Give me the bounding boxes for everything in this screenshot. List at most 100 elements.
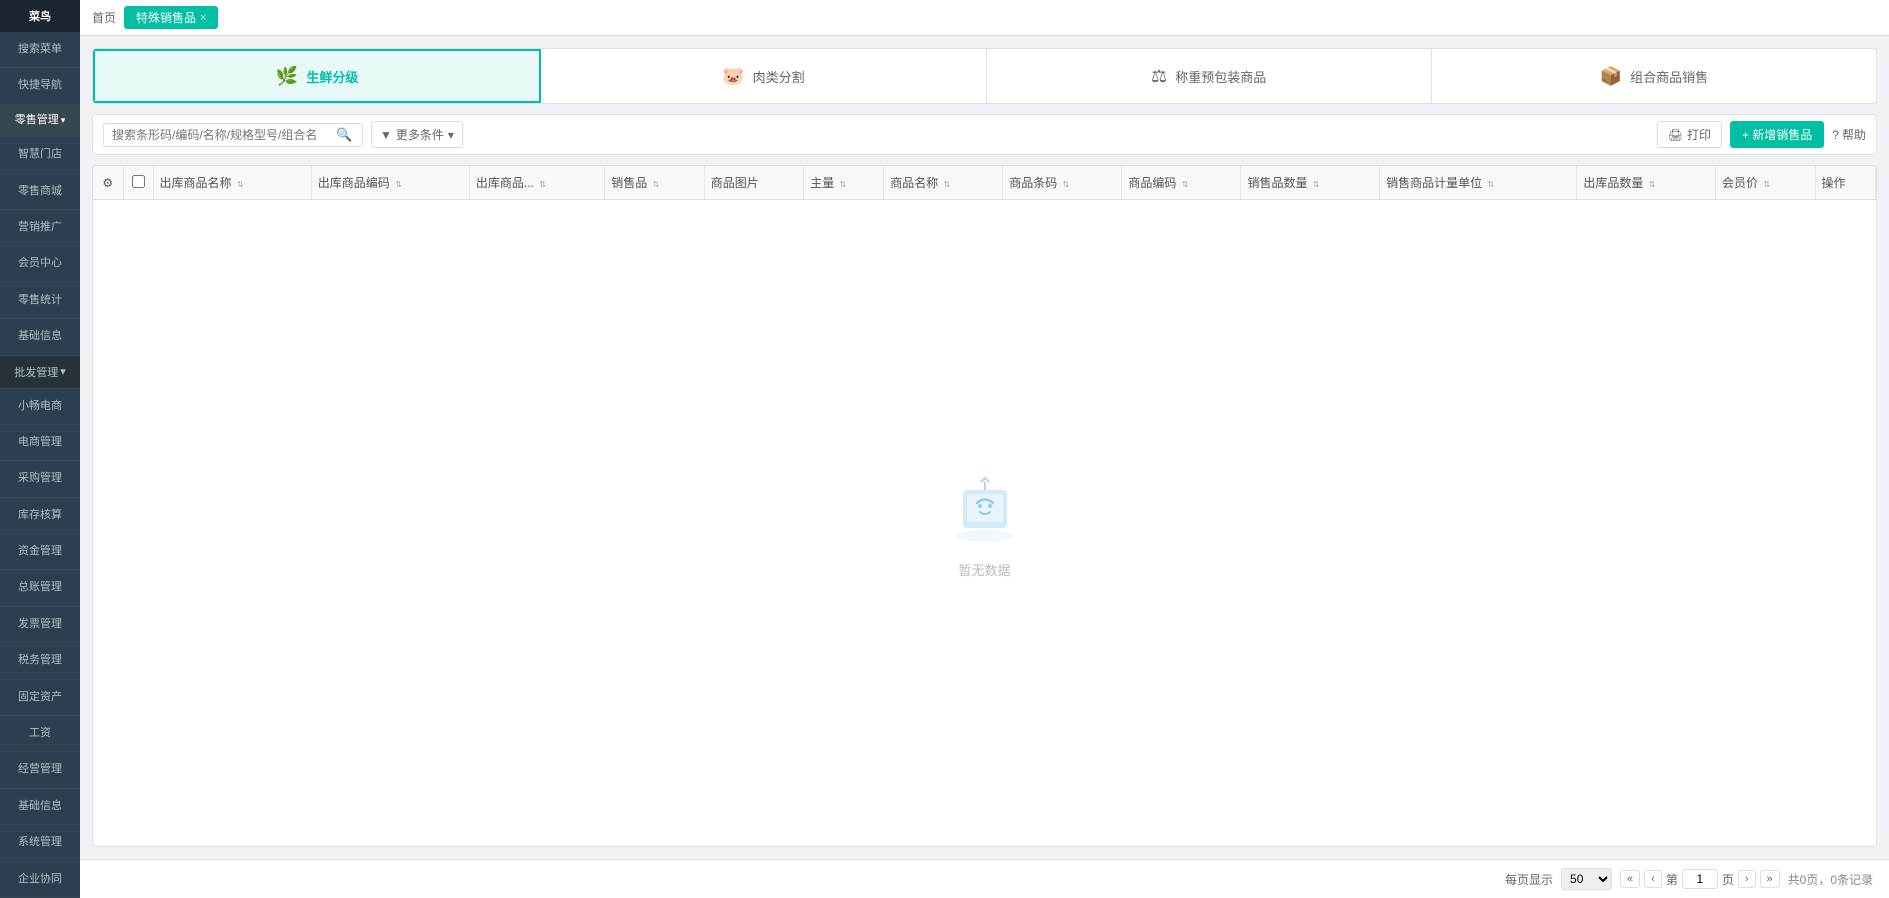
sidebar-item-retailmall[interactable]: 零售商城 [0, 174, 80, 210]
sidebar-item-inventory[interactable]: 库存核算 [0, 498, 80, 534]
sidebar: 菜鸟 搜索菜单 快捷导航 零售管理 ▾ 智慧门店 零售商城 营销推广 会员中心 … [0, 0, 80, 898]
pagination: 每页显示 50 20 100 « ‹ 第 页 › » 共0页，0条记录 [80, 859, 1889, 898]
help-button[interactable]: ? 帮助 [1832, 126, 1866, 143]
sidebar-item-agreement[interactable]: 企业协同 [0, 862, 80, 898]
weight-icon: ⚖ [1151, 66, 1167, 87]
last-page-button[interactable]: » [1760, 870, 1780, 888]
sort-icon: ⇅ [1649, 180, 1656, 189]
sidebar-item-purchase[interactable]: 采购管理 [0, 461, 80, 497]
filter-arrow-icon: ▾ [448, 128, 454, 142]
page-unit: 页 [1722, 871, 1734, 888]
col-weight[interactable]: 主量 ⇅ [804, 166, 884, 200]
print-icon: 🖨 [1668, 128, 1683, 142]
col-goodscode[interactable]: 商品编码 ⇅ [1122, 166, 1241, 200]
search-box: 🔍 [103, 123, 363, 147]
col-outcode[interactable]: 出库商品编码 ⇅ [311, 166, 469, 200]
sidebar-item-fixedasset[interactable]: 固定资产 [0, 680, 80, 716]
sidebar-logo: 菜鸟 [0, 0, 80, 32]
filter-label: 更多条件 [396, 126, 444, 143]
add-product-button[interactable]: + 新增销售品 [1730, 121, 1824, 148]
sort-icon: ⇅ [1182, 180, 1189, 189]
col-settings[interactable]: ⚙ [93, 166, 123, 200]
sort-icon: ⇅ [653, 180, 660, 189]
sidebar-item-basicinfo2[interactable]: 基础信息 [0, 789, 80, 825]
main-content: 首页 特殊销售品 × 🌿 生鲜分级 🐷 肉类分割 ⚖ 称重预包装商品 📦 组合商… [80, 0, 1889, 898]
col-outinfo[interactable]: 出库商品... ⇅ [469, 166, 604, 200]
per-page-label: 每页显示 [1505, 871, 1553, 888]
sidebar-item-finance[interactable]: 资金管理 [0, 534, 80, 570]
col-goodsname[interactable]: 商品名称 ⇅ [884, 166, 1003, 200]
chevron-down-icon: ▾ [60, 365, 66, 378]
sidebar-item-search[interactable]: 搜索菜单 [0, 32, 80, 68]
sidebar-item-member[interactable]: 会员中心 [0, 246, 80, 282]
sidebar-item-sysmgmt[interactable]: 系统管理 [0, 825, 80, 861]
help-label: 帮助 [1842, 126, 1866, 143]
sidebar-item-quicknav[interactable]: 快捷导航 [0, 68, 80, 104]
prev-page-button[interactable]: ‹ [1644, 870, 1662, 888]
col-outqty[interactable]: 出库品数量 ⇅ [1577, 166, 1716, 200]
sort-icon: ⇅ [1313, 180, 1320, 189]
search-input[interactable] [112, 128, 332, 142]
toolbar-right: 🖨 打印 + 新增销售品 ? 帮助 [1657, 121, 1866, 148]
sidebar-item-marketing[interactable]: 营销推广 [0, 210, 80, 246]
sidebar-item-ecommerce[interactable]: 电商管理 [0, 425, 80, 461]
table-container: ⚙ 出库商品名称 ⇅ 出库商品编码 ⇅ 出库商品... ⇅ [92, 165, 1877, 847]
tab-close-icon[interactable]: × [200, 12, 206, 24]
tab-meat-label: 肉类分割 [753, 67, 805, 86]
sort-icon: ⇅ [395, 180, 402, 189]
col-sales[interactable]: 销售品 ⇅ [605, 166, 705, 200]
sidebar-item-tax[interactable]: 税务管理 [0, 643, 80, 679]
tab-combo[interactable]: 📦 组合商品销售 [1432, 49, 1876, 103]
meat-icon: 🐷 [722, 66, 744, 87]
select-all-checkbox[interactable] [132, 175, 145, 188]
tab-weight[interactable]: ⚖ 称重预包装商品 [987, 49, 1432, 103]
total-info: 共0页，0条记录 [1788, 871, 1873, 888]
next-page-button[interactable]: › [1738, 870, 1756, 888]
col-salesunit[interactable]: 销售商品计量单位 ⇅ [1380, 166, 1577, 200]
empty-text: 暂无数据 [958, 560, 1010, 579]
sort-icon: ⇅ [944, 180, 951, 189]
combo-icon: 📦 [1600, 66, 1622, 87]
print-button[interactable]: 🖨 打印 [1657, 121, 1722, 148]
tab-fresh[interactable]: 🌿 生鲜分级 [93, 49, 541, 103]
page-nav: « ‹ 第 页 › » [1620, 869, 1780, 889]
sidebar-item-invoice[interactable]: 发票管理 [0, 607, 80, 643]
sidebar-item-retail[interactable]: 零售管理 ▾ [0, 105, 80, 137]
sidebar-item-minishop[interactable]: 小畅电商 [0, 389, 80, 425]
empty-illustration [945, 468, 1025, 548]
sidebar-item-basicinfo[interactable]: 基础信息 [0, 319, 80, 355]
first-page-button[interactable]: « [1620, 870, 1640, 888]
col-action: 操作 [1815, 166, 1875, 200]
filter-icon: ▼ [380, 128, 392, 142]
sidebar-item-bizmgmt[interactable]: 经营管理 [0, 752, 80, 788]
tab-combo-label: 组合商品销售 [1630, 67, 1708, 86]
tab-weight-label: 称重预包装商品 [1175, 67, 1266, 86]
active-tab[interactable]: 特殊销售品 × [124, 6, 218, 29]
sort-icon: ⇅ [237, 180, 244, 189]
sidebar-item-smartshop[interactable]: 智慧门店 [0, 137, 80, 173]
topbar: 首页 特殊销售品 × [80, 0, 1889, 36]
sort-icon: ⇅ [1487, 180, 1494, 189]
category-tabs: 🌿 生鲜分级 🐷 肉类分割 ⚖ 称重预包装商品 📦 组合商品销售 [92, 48, 1877, 104]
sidebar-item-wholesale[interactable]: 批发管理 ▾ [0, 356, 80, 389]
sidebar-item-ledger[interactable]: 总账管理 [0, 570, 80, 606]
sort-icon: ⇅ [840, 180, 847, 189]
fresh-icon: 🌿 [276, 66, 298, 87]
toolbar: 🔍 ▼ 更多条件 ▾ 🖨 打印 + 新增销售品 ? 帮助 [92, 114, 1877, 155]
sidebar-item-retailstats[interactable]: 零售统计 [0, 283, 80, 319]
home-tab[interactable]: 首页 [92, 9, 116, 26]
col-image: 商品图片 [704, 166, 803, 200]
col-outname[interactable]: 出库商品名称 ⇅ [153, 166, 311, 200]
per-page-select[interactable]: 50 20 100 [1561, 868, 1612, 890]
empty-state: 暂无数据 [93, 200, 1876, 846]
col-memberprice[interactable]: 会员价 ⇅ [1716, 166, 1816, 200]
page-number-input[interactable] [1682, 869, 1718, 889]
col-checkbox[interactable] [123, 166, 153, 200]
col-salesqty[interactable]: 销售品数量 ⇅ [1241, 166, 1380, 200]
sort-icon: ⇅ [1763, 180, 1770, 189]
col-barcode[interactable]: 商品条码 ⇅ [1003, 166, 1122, 200]
filter-button[interactable]: ▼ 更多条件 ▾ [371, 121, 463, 148]
toolbar-left: 🔍 ▼ 更多条件 ▾ [103, 121, 463, 148]
sidebar-item-salary[interactable]: 工资 [0, 716, 80, 752]
tab-meat[interactable]: 🐷 肉类分割 [541, 49, 986, 103]
